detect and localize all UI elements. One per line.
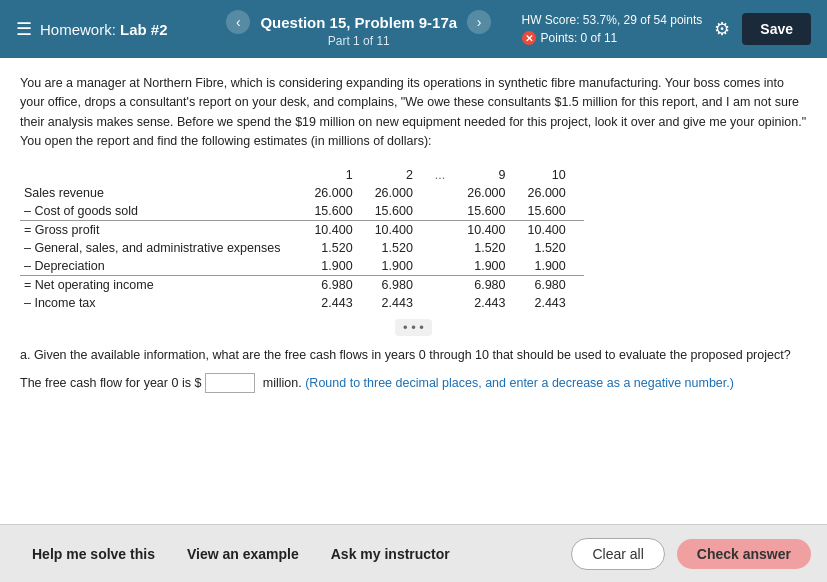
- footer-right: Clear all Check answer: [571, 538, 811, 570]
- problem-text: You are a manager at Northern Fibre, whi…: [20, 74, 807, 152]
- next-question-button[interactable]: ›: [467, 10, 491, 34]
- row-label: – Cost of goods sold: [20, 202, 310, 221]
- cell-9: 1.900: [463, 257, 523, 276]
- main-content: You are a manager at Northern Fibre, whi…: [0, 58, 827, 524]
- table-row: – Income tax 2.443 2.443 2.443 2.443: [20, 294, 584, 312]
- cell-10: 1.520: [524, 239, 584, 257]
- table-row: – Depreciation 1.900 1.900 1.900 1.900: [20, 257, 584, 276]
- save-button[interactable]: Save: [742, 13, 811, 45]
- footer-left: Help me solve this View an example Ask m…: [16, 538, 571, 570]
- header-center: ‹ Question 15, Problem 9-17a › Part 1 of…: [196, 10, 522, 48]
- cell-2: 26.000: [371, 184, 431, 202]
- question-title: Question 15, Problem 9-17a: [260, 14, 457, 31]
- points-x-icon: ✕: [522, 31, 536, 45]
- help-me-solve-button[interactable]: Help me solve this: [16, 538, 171, 570]
- hint-text: (Round to three decimal places, and ente…: [305, 376, 734, 390]
- cell-2: 15.600: [371, 202, 431, 221]
- cell-dots: [431, 202, 463, 221]
- cell-10: 15.600: [524, 202, 584, 221]
- col-header-10: 10: [524, 166, 584, 184]
- cell-dots: [431, 239, 463, 257]
- menu-icon[interactable]: ☰: [16, 18, 32, 40]
- table-row: – Cost of goods sold 15.600 15.600 15.60…: [20, 202, 584, 221]
- cell-2: 10.400: [371, 220, 431, 239]
- gear-icon[interactable]: ⚙: [714, 18, 730, 40]
- cell-dots: [431, 294, 463, 312]
- table-row: = Net operating income 6.980 6.980 6.980…: [20, 275, 584, 294]
- cell-10: 26.000: [524, 184, 584, 202]
- row-label: – General, sales, and administrative exp…: [20, 239, 310, 257]
- question-b-suffix: million.: [259, 376, 301, 390]
- row-label: = Gross profit: [20, 220, 310, 239]
- cell-9: 26.000: [463, 184, 523, 202]
- question-section: a. Given the available information, what…: [20, 345, 807, 394]
- cell-dots: [431, 275, 463, 294]
- col-header-2: 2: [371, 166, 431, 184]
- cell-1: 2.443: [310, 294, 370, 312]
- cell-dots: [431, 184, 463, 202]
- cell-2: 1.900: [371, 257, 431, 276]
- row-label: = Net operating income: [20, 275, 310, 294]
- row-label: – Depreciation: [20, 257, 310, 276]
- col-header-label: [20, 166, 310, 184]
- footer: Help me solve this View an example Ask m…: [0, 524, 827, 582]
- cell-9: 15.600: [463, 202, 523, 221]
- hw-score-text: HW Score: 53.7%, 29 of 54 points: [522, 11, 703, 29]
- app-header: ☰ Homework: Lab #2 ‹ Question 15, Proble…: [0, 0, 827, 58]
- ask-instructor-button[interactable]: Ask my instructor: [315, 538, 466, 570]
- row-label: Sales revenue: [20, 184, 310, 202]
- cell-9: 10.400: [463, 220, 523, 239]
- table-ellipsis: • • •: [20, 320, 807, 335]
- col-header-1: 1: [310, 166, 370, 184]
- cell-dots: [431, 257, 463, 276]
- data-table: 1 2 ... 9 10 Sales revenue 26.000 26.000…: [20, 166, 584, 312]
- year0-input[interactable]: [205, 373, 255, 393]
- cell-1: 1.520: [310, 239, 370, 257]
- cell-1: 10.400: [310, 220, 370, 239]
- view-example-button[interactable]: View an example: [171, 538, 315, 570]
- points-text: Points: 0 of 11: [541, 29, 618, 47]
- table-row: Sales revenue 26.000 26.000 26.000 26.00…: [20, 184, 584, 202]
- col-header-dots: ...: [431, 166, 463, 184]
- cell-1: 1.900: [310, 257, 370, 276]
- table-row: = Gross profit 10.400 10.400 10.400 10.4…: [20, 220, 584, 239]
- question-nav: ‹ Question 15, Problem 9-17a ›: [226, 10, 491, 34]
- question-subtitle: Part 1 of 11: [328, 34, 390, 48]
- cell-1: 15.600: [310, 202, 370, 221]
- points-row: ✕ Points: 0 of 11: [522, 29, 703, 47]
- cell-10: 2.443: [524, 294, 584, 312]
- cell-10: 10.400: [524, 220, 584, 239]
- score-block: HW Score: 53.7%, 29 of 54 points ✕ Point…: [522, 11, 703, 47]
- cell-10: 1.900: [524, 257, 584, 276]
- cell-1: 26.000: [310, 184, 370, 202]
- clear-all-button[interactable]: Clear all: [571, 538, 664, 570]
- table-row: – General, sales, and administrative exp…: [20, 239, 584, 257]
- header-right: HW Score: 53.7%, 29 of 54 points ✕ Point…: [522, 11, 811, 47]
- question-b-prefix: The free cash flow for year 0 is $: [20, 376, 201, 390]
- cell-2: 6.980: [371, 275, 431, 294]
- cell-10: 6.980: [524, 275, 584, 294]
- check-answer-button[interactable]: Check answer: [677, 539, 811, 569]
- cell-9: 6.980: [463, 275, 523, 294]
- homework-label: Homework: Lab #2: [40, 21, 168, 38]
- question-b-row: The free cash flow for year 0 is $ milli…: [20, 373, 807, 394]
- cell-1: 6.980: [310, 275, 370, 294]
- question-a-text: a. Given the available information, what…: [20, 345, 807, 365]
- cell-dots: [431, 220, 463, 239]
- cell-2: 2.443: [371, 294, 431, 312]
- row-label: – Income tax: [20, 294, 310, 312]
- cell-9: 2.443: [463, 294, 523, 312]
- header-left: ☰ Homework: Lab #2: [16, 18, 196, 40]
- col-header-9: 9: [463, 166, 523, 184]
- prev-question-button[interactable]: ‹: [226, 10, 250, 34]
- cell-9: 1.520: [463, 239, 523, 257]
- cell-2: 1.520: [371, 239, 431, 257]
